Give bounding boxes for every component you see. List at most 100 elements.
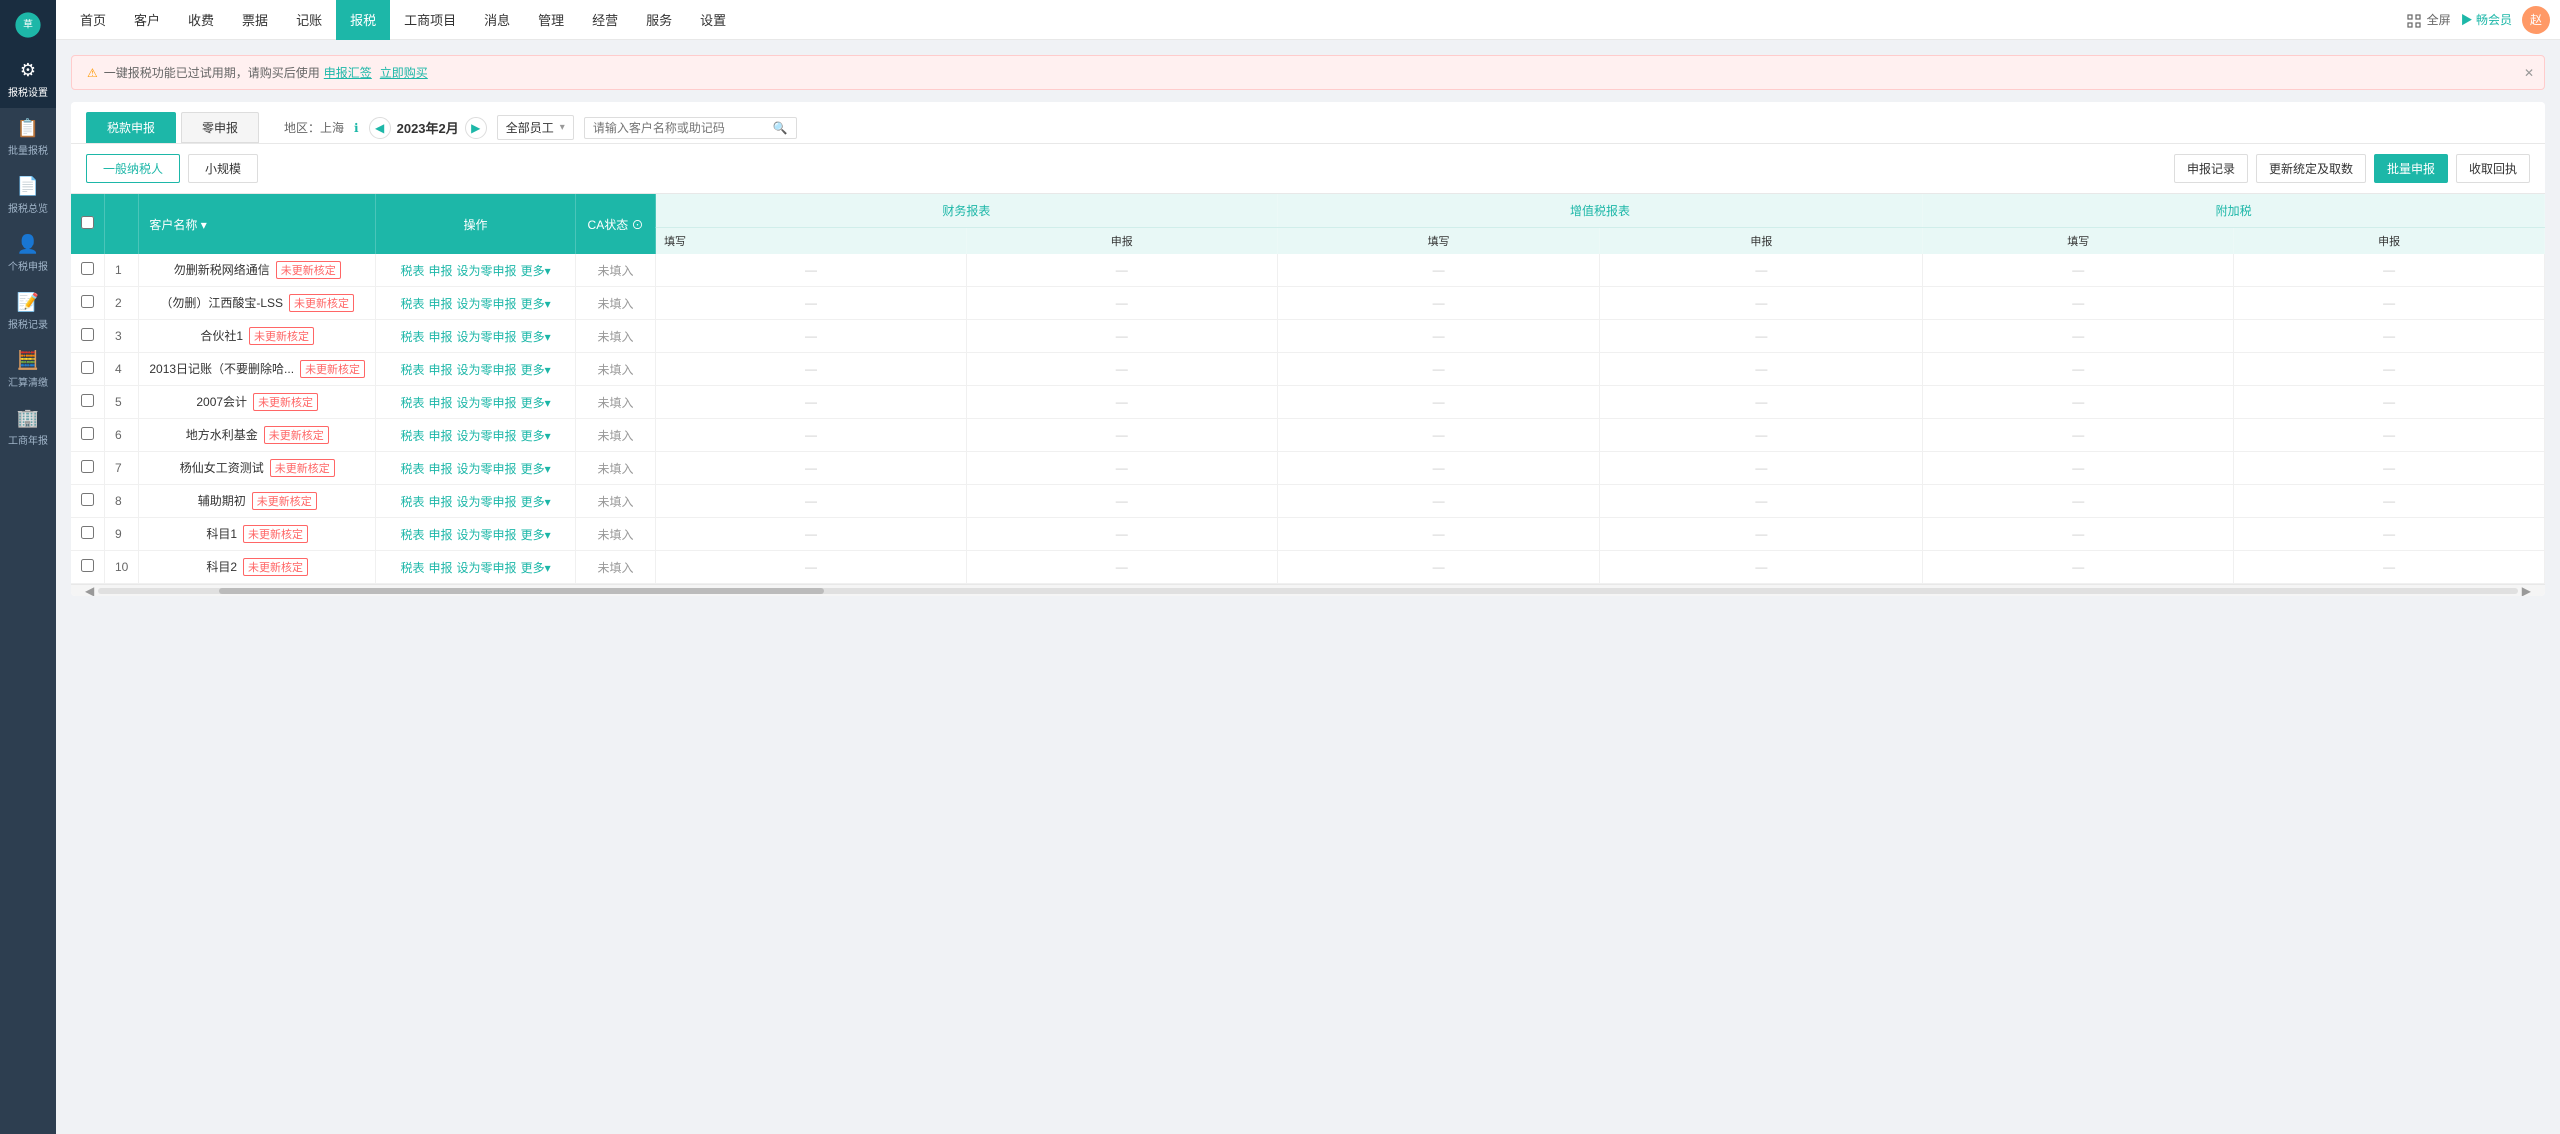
row-checkbox-9[interactable]	[81, 559, 94, 572]
sidebar-item-settlement[interactable]: 🧮 汇算清缴	[0, 340, 56, 398]
sidebar-item-annual-report[interactable]: 🏢 工商年报	[0, 398, 56, 456]
scroll-left-btn[interactable]: ◀	[81, 584, 98, 597]
search-input[interactable]	[593, 121, 773, 135]
op-税表-btn[interactable]: 税表	[401, 330, 425, 344]
op-设为零申报-btn[interactable]: 设为零申报	[457, 561, 517, 575]
row-checkbox-5[interactable]	[81, 427, 94, 440]
sidebar-item-batch-tax[interactable]: 📋 批量报税	[0, 108, 56, 166]
scroll-track[interactable]	[98, 588, 2518, 594]
select-all-checkbox[interactable]	[81, 216, 94, 229]
nav-operation[interactable]: 经营	[578, 0, 632, 40]
op-设为零申报-btn[interactable]: 设为零申报	[457, 462, 517, 476]
op-more-btn[interactable]: 更多▾	[521, 297, 551, 311]
action-buttons-right: 申报记录 更新统定及取数 批量申报 收取回执	[2174, 154, 2530, 183]
staff-filter-select[interactable]: 全部员工 ▾	[497, 115, 574, 140]
nav-tax[interactable]: 报税	[336, 0, 390, 40]
op-more-btn[interactable]: 更多▾	[521, 528, 551, 542]
fullscreen-btn[interactable]: 全屏	[2407, 11, 2450, 28]
op-申报-btn[interactable]: 申报	[429, 429, 453, 443]
info-icon[interactable]: ℹ	[354, 121, 359, 135]
op-税表-btn[interactable]: 税表	[401, 561, 425, 575]
tab-tax-declaration[interactable]: 税款申报	[86, 112, 176, 143]
op-more-btn[interactable]: 更多▾	[521, 396, 551, 410]
op-税表-btn[interactable]: 税表	[401, 429, 425, 443]
nav-invoice[interactable]: 票据	[228, 0, 282, 40]
op-申报-btn[interactable]: 申报	[429, 330, 453, 344]
op-税表-btn[interactable]: 税表	[401, 462, 425, 476]
row-checkbox-8[interactable]	[81, 526, 94, 539]
notice-close-btn[interactable]: ✕	[2524, 66, 2534, 80]
scroll-right-btn[interactable]: ▶	[2518, 584, 2535, 597]
op-设为零申报-btn[interactable]: 设为零申报	[457, 495, 517, 509]
nav-client[interactable]: 客户	[120, 0, 174, 40]
op-设为零申报-btn[interactable]: 设为零申报	[457, 396, 517, 410]
op-税表-btn[interactable]: 税表	[401, 528, 425, 542]
op-申报-btn[interactable]: 申报	[429, 462, 453, 476]
op-more-btn[interactable]: 更多▾	[521, 561, 551, 575]
row-num: 9	[105, 518, 139, 551]
sidebar-item-personal-tax[interactable]: 👤 个税申报	[0, 224, 56, 282]
op-more-btn[interactable]: 更多▾	[521, 264, 551, 278]
op-税表-btn[interactable]: 税表	[401, 495, 425, 509]
th-ca-status: CA状态 ⊙	[576, 194, 656, 254]
row-checkbox-2[interactable]	[81, 328, 94, 341]
op-more-btn[interactable]: 更多▾	[521, 495, 551, 509]
nav-service[interactable]: 服务	[632, 0, 686, 40]
op-设为零申报-btn[interactable]: 设为零申报	[457, 330, 517, 344]
op-more-btn[interactable]: 更多▾	[521, 330, 551, 344]
op-设为零申报-btn[interactable]: 设为零申报	[457, 429, 517, 443]
batch-apply-btn[interactable]: 批量申报	[2374, 154, 2448, 183]
sort-icon[interactable]: ▾	[201, 218, 207, 232]
notice-text: 一键报税功能已过试用期，请购买后使用	[104, 64, 320, 81]
sidebar-item-tax-settings[interactable]: ⚙ 报税设置	[0, 50, 56, 108]
op-more-btn[interactable]: 更多▾	[521, 363, 551, 377]
nav-manage[interactable]: 管理	[524, 0, 578, 40]
op-税表-btn[interactable]: 税表	[401, 363, 425, 377]
sidebar-item-tax-overview[interactable]: 📄 报税总览	[0, 166, 56, 224]
row-checkbox-1[interactable]	[81, 295, 94, 308]
retrieve-btn[interactable]: 收取回执	[2456, 154, 2530, 183]
row-checkbox-7[interactable]	[81, 493, 94, 506]
row-checkbox-0[interactable]	[81, 262, 94, 275]
op-设为零申报-btn[interactable]: 设为零申报	[457, 264, 517, 278]
tab-zero-declaration[interactable]: 零申报	[181, 112, 259, 143]
op-more-btn[interactable]: 更多▾	[521, 429, 551, 443]
row-checkbox-4[interactable]	[81, 394, 94, 407]
notice-link1[interactable]: 申报汇签	[324, 64, 372, 81]
op-税表-btn[interactable]: 税表	[401, 264, 425, 278]
nav-business[interactable]: 工商项目	[390, 0, 470, 40]
date-next-btn[interactable]: ▶	[465, 117, 487, 139]
record-btn[interactable]: 申报记录	[2174, 154, 2248, 183]
nav-settings[interactable]: 设置	[686, 0, 740, 40]
row-ops: 税表申报设为零申报更多▾	[376, 254, 576, 287]
notice-link2[interactable]: 立即购买	[380, 64, 428, 81]
row-name: 2013日记账（不要删除哈...未更新核定	[139, 353, 376, 386]
op-more-btn[interactable]: 更多▾	[521, 462, 551, 476]
member-btn[interactable]: ▶ 畅会员	[2461, 11, 2512, 28]
date-prev-btn[interactable]: ◀	[369, 117, 391, 139]
op-设为零申报-btn[interactable]: 设为零申报	[457, 363, 517, 377]
sub-tab-small[interactable]: 小规模	[188, 154, 258, 183]
nav-fee[interactable]: 收费	[174, 0, 228, 40]
search-icon[interactable]: 🔍	[773, 121, 788, 135]
op-设为零申报-btn[interactable]: 设为零申报	[457, 528, 517, 542]
op-税表-btn[interactable]: 税表	[401, 297, 425, 311]
op-申报-btn[interactable]: 申报	[429, 396, 453, 410]
nav-account[interactable]: 记账	[282, 0, 336, 40]
op-申报-btn[interactable]: 申报	[429, 528, 453, 542]
op-设为零申报-btn[interactable]: 设为零申报	[457, 297, 517, 311]
sub-tab-general[interactable]: 一般纳税人	[86, 154, 180, 183]
op-税表-btn[interactable]: 税表	[401, 396, 425, 410]
row-col-4: —	[1923, 452, 2234, 485]
nav-home[interactable]: 首页	[66, 0, 120, 40]
row-checkbox-3[interactable]	[81, 361, 94, 374]
op-申报-btn[interactable]: 申报	[429, 495, 453, 509]
row-checkbox-6[interactable]	[81, 460, 94, 473]
op-申报-btn[interactable]: 申报	[429, 561, 453, 575]
op-申报-btn[interactable]: 申报	[429, 297, 453, 311]
sidebar-item-tax-records[interactable]: 📝 报税记录	[0, 282, 56, 340]
nav-message[interactable]: 消息	[470, 0, 524, 40]
update-btn[interactable]: 更新统定及取数	[2256, 154, 2366, 183]
op-申报-btn[interactable]: 申报	[429, 264, 453, 278]
op-申报-btn[interactable]: 申报	[429, 363, 453, 377]
